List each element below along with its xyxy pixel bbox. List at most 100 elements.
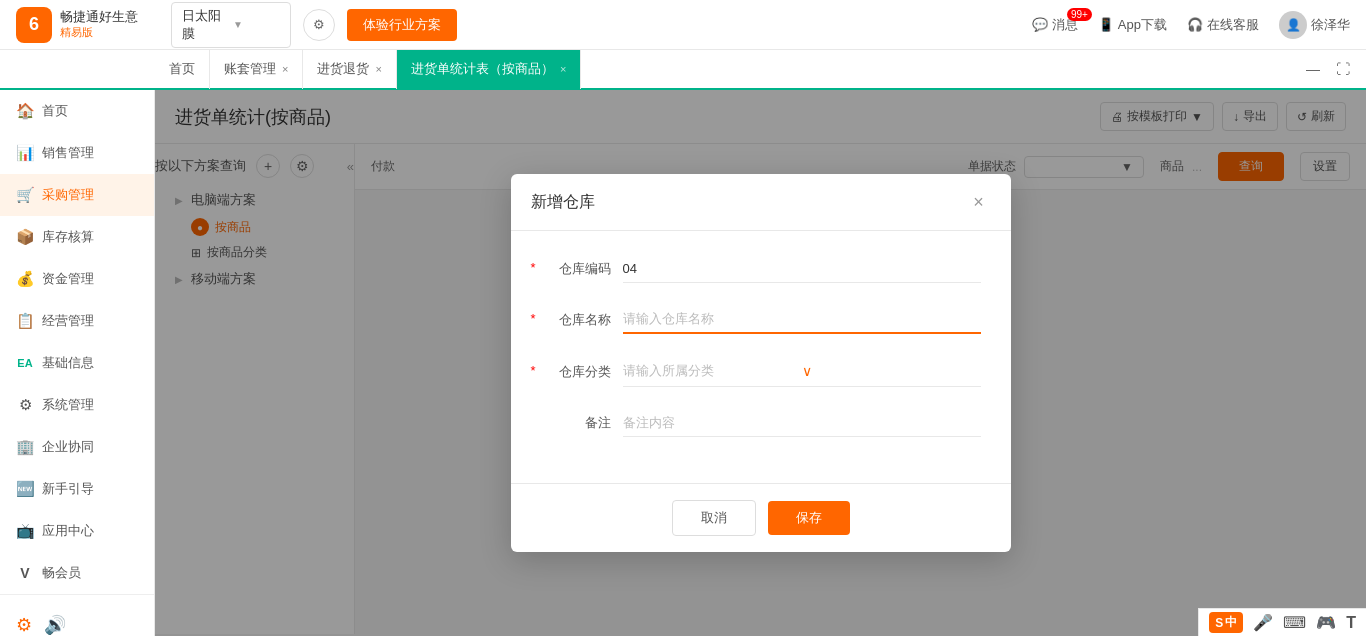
form-row-code: 仓库编码 — [541, 255, 981, 283]
code-label: 仓库编码 — [541, 260, 611, 278]
sidebar-item-base[interactable]: EA 基础信息 — [0, 342, 154, 384]
text-icon[interactable]: T — [1346, 614, 1356, 632]
modal-footer: 取消 保存 — [511, 483, 1011, 552]
sidebar-item-enterprise[interactable]: 🏢 企业协同 — [0, 426, 154, 468]
system-icon: ⚙ — [16, 396, 34, 414]
sidebar-enterprise-label: 企业协同 — [42, 438, 94, 456]
brand-logo-btn[interactable]: S 中 — [1209, 612, 1243, 633]
tab-bar: 首页 账套管理 × 进货退货 × 进货单统计表（按商品） × — ⛶ — [0, 50, 1366, 90]
add-warehouse-modal: 新增仓库 × 仓库编码 仓库名称 仓库分类 — [511, 174, 1011, 552]
remark-label: 备注 — [541, 414, 611, 432]
settings-gear-button[interactable]: ⚙ — [303, 9, 335, 41]
phone-icon: 📱 — [1098, 17, 1114, 32]
sidebar-item-operation[interactable]: 📋 经营管理 — [0, 300, 154, 342]
tab-actions: — ⛶ — [1300, 56, 1366, 82]
guide-icon: 🆕 — [16, 480, 34, 498]
user-profile-item[interactable]: 👤 徐泽华 — [1279, 11, 1350, 39]
tab-home[interactable]: 首页 — [155, 49, 210, 89]
form-row-category: 仓库分类 请输入所属分类 ∨ — [541, 356, 981, 387]
sidebar-apps-label: 应用中心 — [42, 522, 94, 540]
sidebar-system-label: 系统管理 — [42, 396, 94, 414]
apps-icon: 📺 — [16, 522, 34, 540]
tab-purchase-stats[interactable]: 进货单统计表（按商品） × — [397, 49, 581, 89]
tab-home-label: 首页 — [169, 60, 195, 78]
message-badge: 99+ — [1067, 8, 1092, 21]
tab-purchase-return-label: 进货退货 — [317, 60, 369, 78]
trial-button[interactable]: 体验行业方案 — [347, 9, 457, 41]
content-area: 进货单统计(按商品) 🖨 按模板打印 ▼ ↓ 导出 ↺ 刷新 — [155, 90, 1366, 636]
sidebar-item-guide[interactable]: 🆕 新手引导 — [0, 468, 154, 510]
category-placeholder: 请输入所属分类 — [623, 362, 802, 380]
finance-icon: 💰 — [16, 270, 34, 288]
logo-area: 6 畅捷通好生意 精易版 — [16, 7, 171, 43]
store-selector[interactable]: 日太阳膜 ▼ — [171, 2, 291, 48]
code-input[interactable] — [623, 255, 981, 283]
sidebar-item-purchase[interactable]: 🛒 采购管理 — [0, 174, 154, 216]
sidebar-base-label: 基础信息 — [42, 354, 94, 372]
operation-icon: 📋 — [16, 312, 34, 330]
mic-icon[interactable]: 🎤 — [1253, 613, 1273, 632]
name-input[interactable] — [623, 305, 981, 334]
modal-overlay[interactable]: 新增仓库 × 仓库编码 仓库名称 仓库分类 — [155, 90, 1366, 636]
member-icon: V — [16, 564, 34, 582]
app-download-label: App下载 — [1118, 16, 1167, 34]
inventory-icon: 📦 — [16, 228, 34, 246]
sales-icon: 📊 — [16, 144, 34, 162]
top-header: 6 畅捷通好生意 精易版 日太阳膜 ▼ ⚙ 体验行业方案 💬 消息 99+ 📱 … — [0, 0, 1366, 50]
sidebar-item-inventory[interactable]: 📦 库存核算 — [0, 216, 154, 258]
gamepad-icon[interactable]: 🎮 — [1316, 613, 1336, 632]
sidebar-purchase-label: 采购管理 — [42, 186, 94, 204]
brand-chinese-icon: 中 — [1225, 614, 1237, 631]
app-edition: 精易版 — [60, 25, 138, 40]
category-arrow-icon: ∨ — [802, 363, 981, 379]
sidebar-guide-label: 新手引导 — [42, 480, 94, 498]
tab-purchase-stats-label: 进货单统计表（按商品） — [411, 60, 554, 78]
sidebar-sound-icon[interactable]: 🔊 — [44, 614, 66, 636]
keyboard-icon[interactable]: ⌨ — [1283, 613, 1306, 632]
brand-s-icon: S — [1215, 616, 1223, 630]
store-selector-arrow-icon: ▼ — [233, 19, 280, 30]
sidebar-finance-label: 资金管理 — [42, 270, 94, 288]
sidebar-inventory-label: 库存核算 — [42, 228, 94, 246]
home-icon: 🏠 — [16, 102, 34, 120]
headphone-icon: 🎧 — [1187, 17, 1203, 32]
sidebar-home-label: 首页 — [42, 102, 68, 120]
sidebar-item-apps[interactable]: 📺 应用中心 — [0, 510, 154, 552]
sidebar-item-member[interactable]: V 畅会员 — [0, 552, 154, 594]
sidebar-item-system[interactable]: ⚙ 系统管理 — [0, 384, 154, 426]
app-logo-icon: 6 — [16, 7, 52, 43]
sidebar-item-sales[interactable]: 📊 销售管理 — [0, 132, 154, 174]
username: 徐泽华 — [1311, 16, 1350, 34]
app-download-item[interactable]: 📱 App下载 — [1098, 16, 1167, 34]
purchase-icon: 🛒 — [16, 186, 34, 204]
modal-close-button[interactable]: × — [967, 190, 991, 214]
category-select[interactable]: 请输入所属分类 ∨ — [623, 356, 981, 387]
tab-purchase-stats-close-icon[interactable]: × — [560, 63, 566, 75]
customer-service-label: 在线客服 — [1207, 16, 1259, 34]
cancel-button[interactable]: 取消 — [672, 500, 756, 536]
tab-minimize-icon[interactable]: — — [1300, 56, 1326, 82]
base-icon: EA — [16, 354, 34, 372]
form-row-remark: 备注 — [541, 409, 981, 437]
tab-expand-icon[interactable]: ⛶ — [1330, 56, 1356, 82]
modal-header: 新增仓库 × — [511, 174, 1011, 231]
name-label: 仓库名称 — [541, 311, 611, 329]
header-right: 💬 消息 99+ 📱 App下载 🎧 在线客服 👤 徐泽华 — [1032, 11, 1350, 39]
app-name: 畅捷通好生意 — [60, 9, 138, 26]
form-row-name: 仓库名称 — [541, 305, 981, 334]
customer-service-item[interactable]: 🎧 在线客服 — [1187, 16, 1259, 34]
save-button[interactable]: 保存 — [768, 501, 850, 535]
modal-title: 新增仓库 — [531, 192, 967, 213]
tab-account[interactable]: 账套管理 × — [210, 49, 303, 89]
remark-input[interactable] — [623, 409, 981, 437]
sidebar-item-home[interactable]: 🏠 首页 — [0, 90, 154, 132]
tab-account-label: 账套管理 — [224, 60, 276, 78]
tab-account-close-icon[interactable]: × — [282, 63, 288, 75]
message-item[interactable]: 💬 消息 99+ — [1032, 16, 1078, 34]
sidebar-settings-icon[interactable]: ⚙ — [16, 614, 32, 636]
tab-purchase-return[interactable]: 进货退货 × — [303, 49, 396, 89]
bottom-bar: S 中 🎤 ⌨ 🎮 T — [1198, 608, 1366, 636]
tab-purchase-return-close-icon[interactable]: × — [375, 63, 381, 75]
modal-body: 仓库编码 仓库名称 仓库分类 请输入所属分类 ∨ — [511, 231, 1011, 483]
sidebar-item-finance[interactable]: 💰 资金管理 — [0, 258, 154, 300]
